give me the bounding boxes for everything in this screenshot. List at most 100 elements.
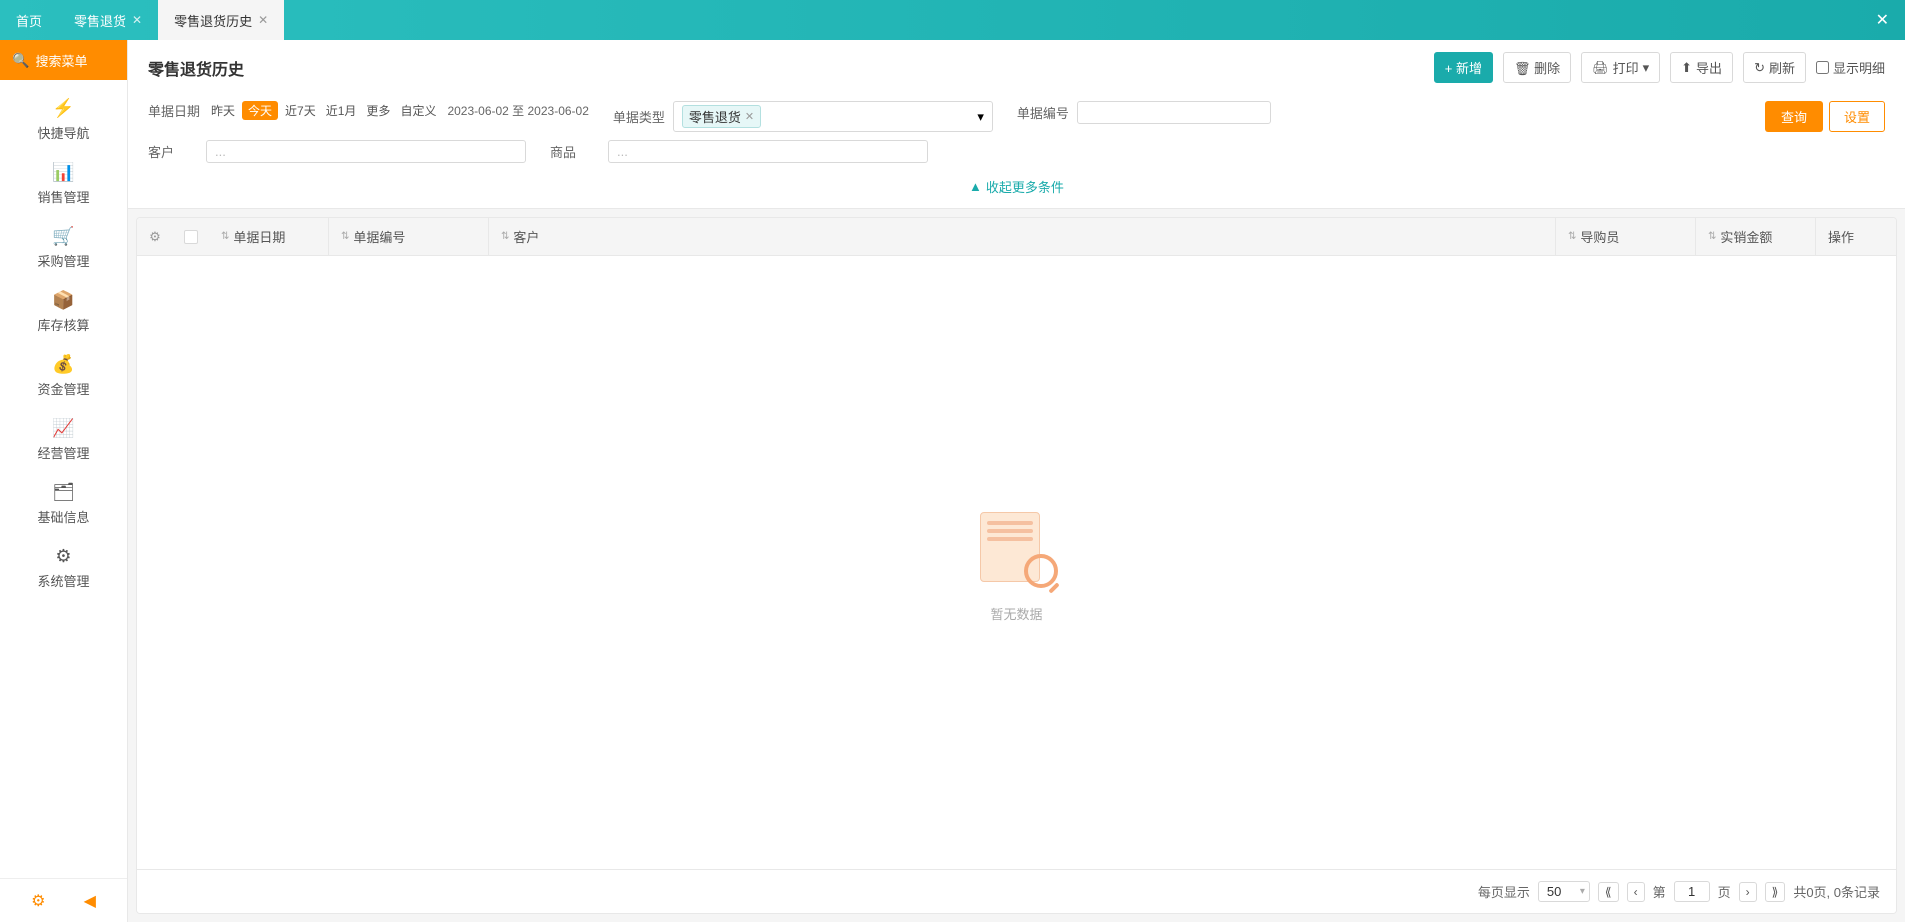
empty-illustration [972, 502, 1062, 592]
print-icon: 🖨 [1592, 60, 1609, 76]
total-info: 共0页, 0条记录 [1793, 882, 1880, 901]
th-guide[interactable]: ⇅ 导购员 [1556, 218, 1696, 255]
tab-retail-return[interactable]: 零售退货 ✕ [58, 0, 158, 40]
collapse-up-icon: ▲ [969, 179, 982, 194]
goods-label: 商品 [550, 142, 600, 161]
page-size-select[interactable]: 10 20 50 100 [1538, 881, 1590, 902]
filter-area: 单据日期 昨天 今天 近7天 近1月 更多 自定义 2023-06-02 至 2… [148, 93, 1885, 208]
sidebar-item-finance[interactable]: 💰 资金管理 [0, 344, 127, 408]
tab-retail-return-history[interactable]: 零售退货历史 ✕ [158, 0, 284, 40]
tab-list: 首页 零售退货 ✕ 零售退货历史 ✕ [0, 0, 1860, 40]
sidebar-item-basic-info[interactable]: 🗂 基础信息 [0, 472, 127, 536]
th-ops: 操作 [1816, 218, 1896, 255]
collapse-sidebar-icon[interactable]: ◀ [84, 891, 96, 911]
th-date-label: 单据日期 [233, 227, 285, 246]
sidebar: 🔍 搜索菜单 ⚡ 快捷导航 📊 销售管理 🛒 采购管理 📦 库存核算 💰 [0, 40, 128, 922]
collapse-filter-button[interactable]: ▲ 收起更多条件 [957, 175, 1076, 198]
basic-info-icon: 🗂 [52, 482, 75, 503]
bill-type-tag-close[interactable]: ✕ [745, 110, 754, 123]
sidebar-search[interactable]: 🔍 搜索菜单 [0, 40, 127, 80]
goods-filter-group: 商品 ... [550, 140, 928, 163]
header-checkbox[interactable] [184, 230, 198, 244]
th-date[interactable]: ⇅ 单据日期 [209, 218, 329, 255]
page-first-button[interactable]: ⟪ [1598, 882, 1619, 902]
sort-icon-amount: ⇅ [1708, 231, 1716, 242]
th-settings-icon[interactable]: ⚙ [137, 229, 173, 245]
page-last-button[interactable]: ⟫ [1765, 882, 1786, 902]
sales-icon: 📊 [52, 162, 74, 183]
table-section: ⚙ ⇅ 单据日期 ⇅ 单据编号 ⇅ 客户 ⇅ 导购员 [136, 217, 1897, 914]
customer-input[interactable]: ... [206, 140, 526, 163]
sidebar-bottom: ⚙ ◀ [0, 878, 127, 922]
sidebar-item-purchase[interactable]: 🛒 采购管理 [0, 216, 127, 280]
date-range-display: 2023-06-02 至 2023-06-02 [447, 102, 588, 119]
customer-label: 客户 [148, 142, 198, 161]
tab-retail-return-history-label: 零售退货历史 [174, 11, 252, 30]
query-button[interactable]: 查询 [1765, 101, 1823, 132]
sidebar-item-inventory-label: 库存核算 [37, 315, 89, 334]
query-actions: 查询 设置 [1765, 101, 1885, 132]
sidebar-search-label: 搜索菜单 [35, 51, 87, 70]
goods-input[interactable]: ... [608, 140, 928, 163]
sidebar-item-system-label: 系统管理 [37, 571, 89, 590]
sidebar-item-system[interactable]: ⚙ 系统管理 [0, 536, 127, 600]
date-opt-more[interactable]: 更多 [363, 101, 393, 120]
sidebar-item-inventory[interactable]: 📦 库存核算 [0, 280, 127, 344]
tab-retail-return-label: 零售退货 [74, 11, 126, 30]
date-filter-group: 单据日期 昨天 今天 近7天 近1月 更多 自定义 2023-06-02 至 2… [148, 101, 589, 120]
sidebar-item-quick-nav[interactable]: ⚡ 快捷导航 [0, 88, 127, 152]
settings-button[interactable]: 设置 [1829, 101, 1885, 132]
date-opt-7days[interactable]: 近7天 [282, 101, 319, 120]
display-toggle-checkbox[interactable] [1816, 61, 1829, 74]
sidebar-item-operations-label: 经营管理 [37, 443, 89, 462]
sidebar-nav: ⚡ 快捷导航 📊 销售管理 🛒 采购管理 📦 库存核算 💰 资金管理 📈 [0, 80, 127, 878]
delete-button[interactable]: 🗑 删除 [1503, 52, 1571, 83]
sidebar-item-sales[interactable]: 📊 销售管理 [0, 152, 127, 216]
bill-no-input[interactable] [1077, 101, 1271, 124]
date-opt-custom[interactable]: 自定义 [397, 101, 439, 120]
date-options: 昨天 今天 近7天 近1月 更多 自定义 [208, 101, 439, 120]
export-icon: ⬆ [1681, 60, 1692, 76]
page-title: 零售退货历史 [148, 56, 244, 80]
tab-home-label: 首页 [16, 11, 42, 30]
th-amount[interactable]: ⇅ 实销金额 [1696, 218, 1816, 255]
page-prev-button[interactable]: ‹ [1627, 882, 1645, 902]
settings-bottom-icon[interactable]: ⚙ [31, 891, 45, 911]
table-header: ⚙ ⇅ 单据日期 ⇅ 单据编号 ⇅ 客户 ⇅ 导购员 [137, 218, 1896, 256]
date-opt-yesterday[interactable]: 昨天 [208, 101, 238, 120]
sidebar-item-sales-label: 销售管理 [37, 187, 89, 206]
window-close-button[interactable]: ✕ [1860, 10, 1905, 30]
th-customer[interactable]: ⇅ 客户 [489, 218, 1556, 255]
page-title-row: 零售退货历史 + 新增 🗑 删除 🖨 🖨 打印 打印 ▾ ⬆ 导出 [148, 52, 1885, 83]
customer-filter-group: 客户 ... [148, 140, 526, 163]
filter-row-1: 单据日期 昨天 今天 近7天 近1月 更多 自定义 2023-06-02 至 2… [148, 101, 1885, 132]
bill-type-select[interactable]: 零售退货 ✕ ▾ [673, 101, 993, 132]
bill-no-filter-group: 单据编号 [1017, 101, 1271, 124]
refresh-icon: ↻ [1754, 60, 1765, 76]
page-number-input[interactable] [1674, 881, 1710, 902]
print-button[interactable]: 🖨 🖨 打印 打印 ▾ [1581, 52, 1660, 83]
tab-home[interactable]: 首页 [0, 0, 58, 40]
display-toggle-label: 显示明细 [1833, 58, 1885, 77]
bill-type-tag-text: 零售退货 [689, 107, 741, 126]
display-toggle[interactable]: 显示明细 [1816, 58, 1885, 77]
page-next-button[interactable]: › [1739, 882, 1757, 902]
th-checkbox[interactable] [173, 230, 209, 244]
page-size-wrapper: 10 20 50 100 [1538, 881, 1590, 902]
refresh-button[interactable]: ↻ 刷新 [1743, 52, 1806, 83]
sidebar-item-basic-info-label: 基础信息 [37, 507, 89, 526]
date-opt-today[interactable]: 今天 [242, 101, 278, 120]
export-button[interactable]: ⬆ 导出 [1670, 52, 1733, 83]
tab-retail-return-close[interactable]: ✕ [132, 13, 142, 27]
sort-icon-billno: ⇅ [341, 231, 349, 242]
inventory-icon: 📦 [52, 290, 74, 311]
new-button[interactable]: + 新增 [1434, 52, 1493, 83]
date-opt-1month[interactable]: 近1月 [323, 101, 360, 120]
page-header: 零售退货历史 + 新增 🗑 删除 🖨 🖨 打印 打印 ▾ ⬆ 导出 [128, 40, 1905, 209]
page-label: 第 [1653, 882, 1666, 901]
th-billno[interactable]: ⇅ 单据编号 [329, 218, 489, 255]
page-size-label: 每页显示 [1478, 882, 1530, 901]
sort-icon-guide: ⇅ [1568, 231, 1576, 242]
sidebar-item-operations[interactable]: 📈 经营管理 [0, 408, 127, 472]
tab-retail-return-history-close[interactable]: ✕ [258, 13, 268, 27]
